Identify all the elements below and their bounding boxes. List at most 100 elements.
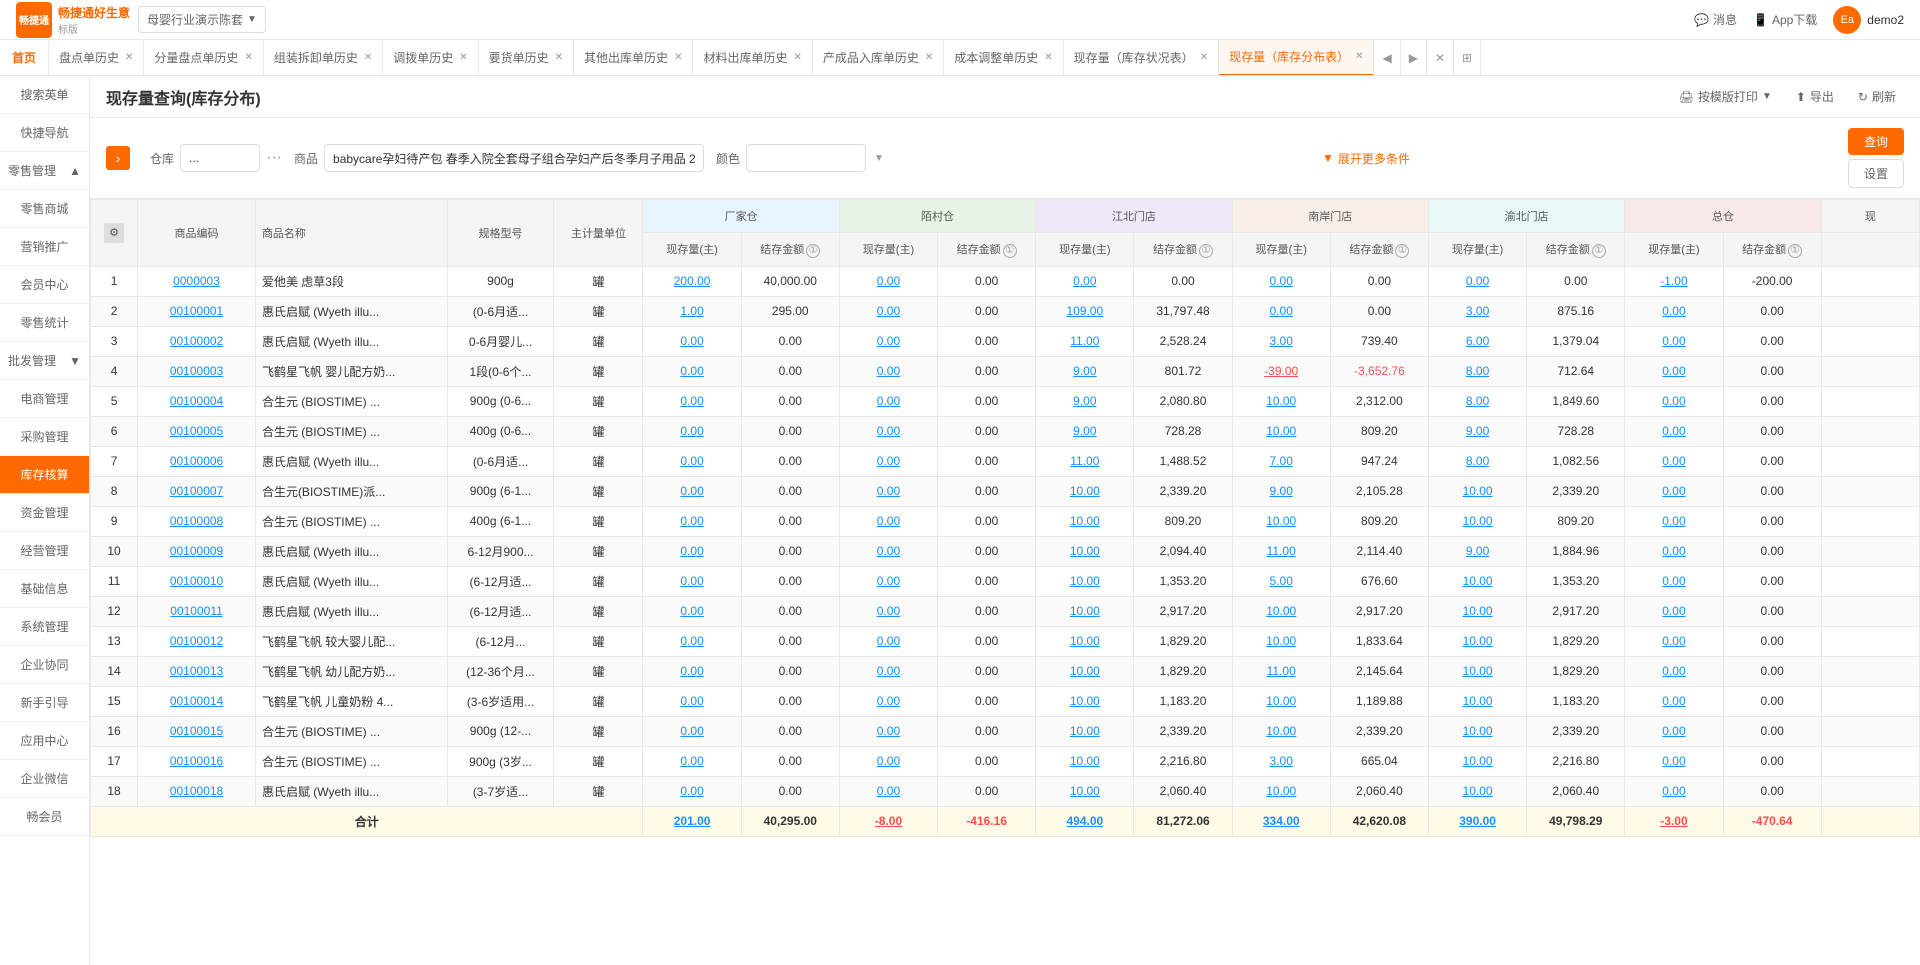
tab-11[interactable]: 现存量（库存分布表）✕ [1219,40,1374,76]
cell-wh0-qty[interactable]: 0.00 [643,356,741,386]
sidebar-item-collab[interactable]: 企业协同 [0,646,89,684]
warehouse-input[interactable] [180,144,260,172]
sidebar-item-marketing[interactable]: 营销推广 [0,228,89,266]
cell-code[interactable]: 00100014 [138,686,256,716]
app-download-btn[interactable]: 📱 App下载 [1753,11,1817,28]
cell-code[interactable]: 00100018 [138,776,256,806]
sidebar-item-wholesale-mgmt[interactable]: 批发管理 ▼ [0,342,89,380]
cell-wh3-qty[interactable]: 10.00 [1232,776,1330,806]
cell-wh2-qty[interactable]: 10.00 [1036,716,1134,746]
cell-wh5-qty[interactable]: 0.00 [1625,626,1723,656]
cell-wh3-qty[interactable]: 10.00 [1232,716,1330,746]
cell-wh3-qty[interactable]: 10.00 [1232,596,1330,626]
cell-wh5-qty[interactable]: 0.00 [1625,656,1723,686]
cell-wh4-qty[interactable]: 10.00 [1428,476,1526,506]
cell-code[interactable]: 00100002 [138,326,256,356]
sidebar-item-vip[interactable]: 畅会员 [0,798,89,836]
cell-wh3-qty[interactable]: 7.00 [1232,446,1330,476]
cell-wh4-qty[interactable]: 10.00 [1428,746,1526,776]
cell-wh2-qty[interactable]: 0.00 [1036,266,1134,296]
cell-wh5-qty[interactable]: 0.00 [1625,686,1723,716]
tab-close-2[interactable]: ✕ [244,52,252,63]
cell-wh0-qty[interactable]: 0.00 [643,326,741,356]
sidebar-item-system[interactable]: 系统管理 [0,608,89,646]
cell-wh1-qty[interactable]: 0.00 [839,446,937,476]
cell-code[interactable]: 0000003 [138,266,256,296]
info-icon-6[interactable]: ① [1788,244,1802,258]
cell-wh1-qty[interactable]: 0.00 [839,776,937,806]
cell-wh4-qty[interactable]: 10.00 [1428,776,1526,806]
cell-wh2-qty[interactable]: 10.00 [1036,506,1134,536]
cell-wh1-qty[interactable]: 0.00 [839,266,937,296]
sidebar-item-inventory[interactable]: 库存核算 [0,456,89,494]
cell-wh2-qty[interactable]: 10.00 [1036,746,1134,776]
summary-jiangbei-qty[interactable]: 494.00 [1036,806,1134,836]
tab-close-3[interactable]: ✕ [364,52,372,63]
print-btn[interactable]: 🖨 按模版打印 ▼ [1671,84,1780,109]
cell-wh4-qty[interactable]: 10.00 [1428,626,1526,656]
cell-code[interactable]: 00100011 [138,596,256,626]
cell-wh3-qty[interactable]: 11.00 [1232,656,1330,686]
sidebar-item-search[interactable]: 搜索英单 [0,76,89,114]
cell-wh0-qty[interactable]: 0.00 [643,746,741,776]
tab-close-9[interactable]: ✕ [1044,52,1052,63]
cell-wh1-qty[interactable]: 0.00 [839,356,937,386]
refresh-btn[interactable]: ↻ 刷新 [1850,84,1904,109]
cell-wh0-qty[interactable]: 0.00 [643,446,741,476]
tab-2[interactable]: 分量盘点单历史 ✕ [144,40,263,76]
cell-wh5-qty[interactable]: 0.00 [1625,326,1723,356]
query-btn[interactable]: 查询 [1848,128,1904,155]
cell-wh5-qty[interactable]: 0.00 [1625,716,1723,746]
tab-close-7[interactable]: ✕ [793,52,801,63]
cell-wh3-qty[interactable]: 10.00 [1232,686,1330,716]
cell-wh5-qty[interactable]: 0.00 [1625,476,1723,506]
summary-village-qty[interactable]: -8.00 [839,806,937,836]
summary-factory-qty[interactable]: 201.00 [643,806,741,836]
cell-wh4-qty[interactable]: 10.00 [1428,656,1526,686]
tab-next-btn[interactable]: ▶ [1401,40,1427,76]
cell-wh4-qty[interactable]: 6.00 [1428,326,1526,356]
sidebar-item-purchase[interactable]: 采购管理 [0,418,89,456]
cell-wh4-qty[interactable]: 8.00 [1428,356,1526,386]
cell-wh2-qty[interactable]: 109.00 [1036,296,1134,326]
info-icon-1[interactable]: ① [806,244,820,258]
cell-wh1-qty[interactable]: 0.00 [839,326,937,356]
tab-10[interactable]: 现存量（库存状况表）✕ [1064,40,1219,76]
cell-wh5-qty[interactable]: 0.00 [1625,776,1723,806]
tab-close-10[interactable]: ✕ [1200,52,1208,63]
cell-wh5-qty[interactable]: 0.00 [1625,296,1723,326]
cell-code[interactable]: 00100004 [138,386,256,416]
cell-wh3-qty[interactable]: 3.00 [1232,326,1330,356]
cell-wh0-qty[interactable]: 0.00 [643,416,741,446]
tab-3[interactable]: 组装拆卸单历史 ✕ [264,40,383,76]
cell-wh0-qty[interactable]: 0.00 [643,656,741,686]
info-icon-4[interactable]: ① [1395,244,1409,258]
cell-wh3-qty[interactable]: 10.00 [1232,506,1330,536]
cell-wh1-qty[interactable]: 0.00 [839,296,937,326]
cell-wh5-qty[interactable]: 0.00 [1625,446,1723,476]
cell-wh3-qty[interactable]: 10.00 [1232,416,1330,446]
cell-wh4-qty[interactable]: 10.00 [1428,566,1526,596]
cell-wh2-qty[interactable]: 10.00 [1036,656,1134,686]
info-icon-5[interactable]: ① [1592,244,1606,258]
tab-6[interactable]: 其他出库单历史 ✕ [574,40,693,76]
cell-wh1-qty[interactable]: 0.00 [839,686,937,716]
cell-wh0-qty[interactable]: 0.00 [643,686,741,716]
tab-5[interactable]: 要货单历史 ✕ [479,40,574,76]
industry-selector[interactable]: 母婴行业演示陈套 ▼ [138,6,266,33]
cell-code[interactable]: 00100016 [138,746,256,776]
cell-wh2-qty[interactable]: 10.00 [1036,596,1134,626]
cell-wh5-qty[interactable]: 0.00 [1625,506,1723,536]
tab-1[interactable]: 盘点单历史 ✕ [49,40,144,76]
tab-7[interactable]: 材料出库单历史 ✕ [693,40,812,76]
cell-wh0-qty[interactable]: 0.00 [643,776,741,806]
cell-wh4-qty[interactable]: 10.00 [1428,506,1526,536]
cell-wh4-qty[interactable]: 10.00 [1428,596,1526,626]
tab-close-6[interactable]: ✕ [674,52,682,63]
cell-wh3-qty[interactable]: 10.00 [1232,626,1330,656]
tab-close-8[interactable]: ✕ [925,52,933,63]
cell-wh3-qty[interactable]: 3.00 [1232,746,1330,776]
cell-code[interactable]: 00100005 [138,416,256,446]
filter-toggle-btn[interactable]: › [106,146,130,170]
cell-wh1-qty[interactable]: 0.00 [839,596,937,626]
